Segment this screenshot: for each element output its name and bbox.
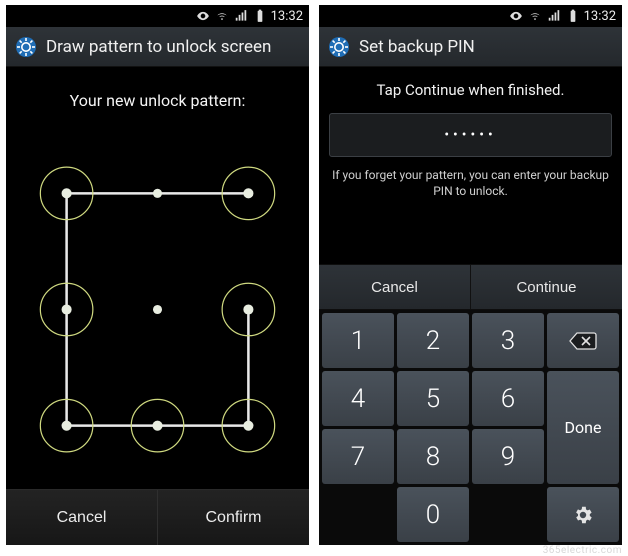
pattern-screen: 13:32 Draw pattern to unlock screen Your… xyxy=(6,5,309,545)
battery-icon xyxy=(253,9,267,23)
backspace-icon xyxy=(568,331,598,351)
pattern-grid[interactable] xyxy=(6,130,309,489)
continue-button[interactable]: Continue xyxy=(470,265,622,309)
numeric-keypad: 1 2 3 4 5 6 Done 7 8 9 0 xyxy=(319,310,622,545)
wifi-icon xyxy=(528,9,542,23)
signal-icon xyxy=(234,9,248,23)
key-3[interactable]: 3 xyxy=(472,313,544,368)
key-5[interactable]: 5 xyxy=(397,371,469,426)
page-title: Set backup PIN xyxy=(359,37,475,57)
wifi-icon xyxy=(215,9,229,23)
key-6[interactable]: 6 xyxy=(472,371,544,426)
status-bar: 13:32 xyxy=(6,5,309,27)
key-done[interactable]: Done xyxy=(547,371,619,484)
key-8[interactable]: 8 xyxy=(397,429,469,484)
action-row: Cancel Continue xyxy=(319,264,622,310)
watermark: 365electric.com xyxy=(543,545,622,556)
bottom-bar: Cancel Confirm xyxy=(6,489,309,545)
key-2[interactable]: 2 xyxy=(397,313,469,368)
confirm-button[interactable]: Confirm xyxy=(157,490,309,545)
key-keyboard-settings[interactable] xyxy=(547,487,619,542)
key-4[interactable]: 4 xyxy=(322,371,394,426)
pin-input[interactable]: •••••• xyxy=(329,113,612,157)
title-bar: Set backup PIN xyxy=(319,27,622,67)
status-time: 13:32 xyxy=(584,9,616,24)
key-9[interactable]: 9 xyxy=(472,429,544,484)
pin-instruction: Tap Continue when finished. xyxy=(319,81,622,99)
gear-icon xyxy=(572,504,594,526)
key-1[interactable]: 1 xyxy=(322,313,394,368)
eye-icon xyxy=(196,9,210,23)
pin-hint: If you forget your pattern, you can ente… xyxy=(319,167,622,199)
backup-pin-screen: 13:32 Set backup PIN Tap Continue when f… xyxy=(319,5,622,545)
pattern-node-4[interactable] xyxy=(153,305,162,314)
battery-icon xyxy=(566,9,580,23)
cancel-button[interactable]: Cancel xyxy=(319,265,470,309)
settings-gear-icon xyxy=(14,35,38,59)
pattern-node-1[interactable] xyxy=(153,189,162,198)
settings-gear-icon xyxy=(327,35,351,59)
page-title: Draw pattern to unlock screen xyxy=(46,37,271,57)
eye-icon xyxy=(509,9,523,23)
signal-icon xyxy=(547,9,561,23)
key-7[interactable]: 7 xyxy=(322,429,394,484)
title-bar: Draw pattern to unlock screen xyxy=(6,27,309,67)
key-0[interactable]: 0 xyxy=(397,487,469,542)
cancel-button[interactable]: Cancel xyxy=(6,490,157,545)
status-time: 13:32 xyxy=(271,9,303,24)
status-bar: 13:32 xyxy=(319,5,622,27)
pattern-label: Your new unlock pattern: xyxy=(6,91,309,110)
key-backspace[interactable] xyxy=(547,313,619,368)
